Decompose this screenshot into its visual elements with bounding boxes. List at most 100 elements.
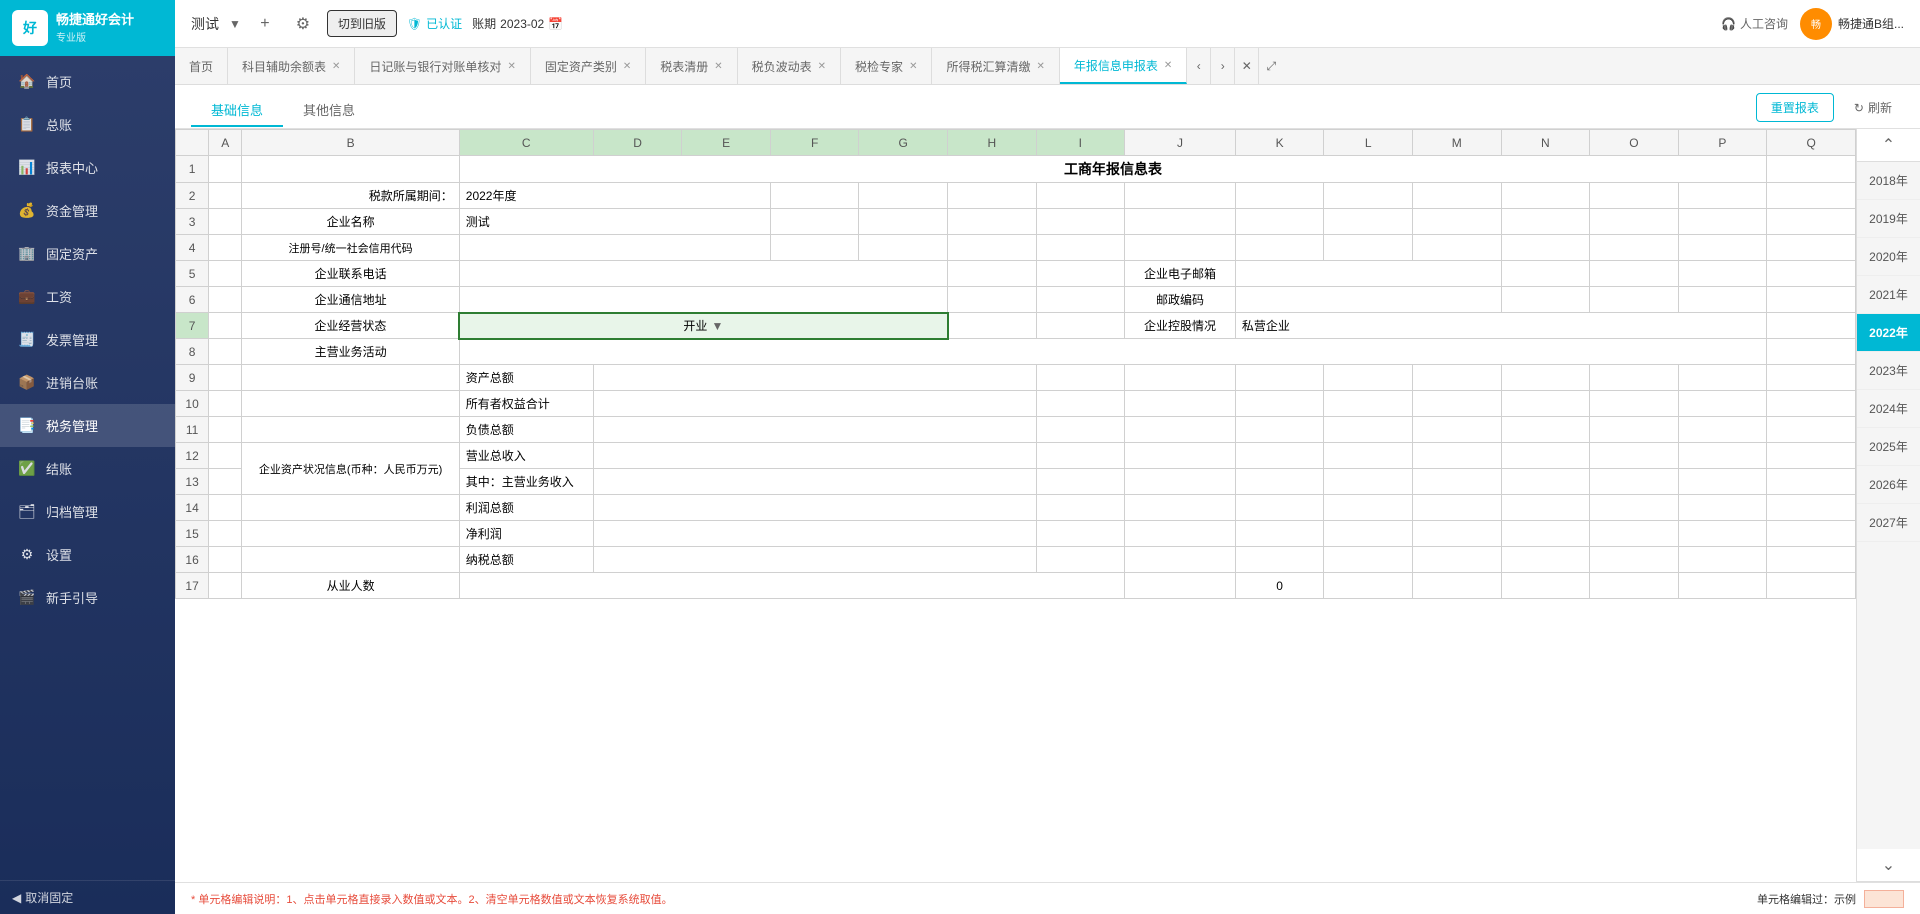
cell-3i[interactable]	[1036, 209, 1125, 235]
cell-14p[interactable]	[1678, 495, 1767, 521]
cell-16k[interactable]	[1235, 547, 1324, 573]
cell-14m[interactable]	[1412, 495, 1501, 521]
sidebar-item-home[interactable]: 🏠 首页	[0, 60, 175, 103]
cell-15k[interactable]	[1235, 521, 1324, 547]
cell-4p[interactable]	[1678, 235, 1767, 261]
cell-4n[interactable]	[1501, 235, 1590, 261]
cell-9l[interactable]	[1324, 365, 1413, 391]
cell-12q[interactable]	[1767, 443, 1856, 469]
tab-close-icon[interactable]: ✕	[818, 61, 826, 72]
cell-6n[interactable]	[1501, 287, 1590, 313]
cell-16j[interactable]	[1125, 547, 1236, 573]
cell-5i[interactable]	[1036, 261, 1125, 287]
cell-6k[interactable]	[1235, 287, 1501, 313]
cell-4f[interactable]	[770, 235, 859, 261]
cell-6h[interactable]	[948, 287, 1037, 313]
sidebar-item-invoice[interactable]: 🧾 发票管理	[0, 318, 175, 361]
cell-14i[interactable]	[1036, 495, 1125, 521]
cell-6i[interactable]	[1036, 287, 1125, 313]
cell-9a[interactable]	[209, 365, 242, 391]
cell-16o[interactable]	[1590, 547, 1679, 573]
cell-3j[interactable]	[1125, 209, 1236, 235]
cell-2i[interactable]	[1036, 183, 1125, 209]
cell-11q[interactable]	[1767, 417, 1856, 443]
cell-4g[interactable]	[859, 235, 948, 261]
cell-13i[interactable]	[1036, 469, 1125, 495]
cell-17k[interactable]: 0	[1235, 573, 1324, 599]
cell-6a[interactable]	[209, 287, 242, 313]
cell-13j[interactable]	[1125, 469, 1236, 495]
company-dropdown-icon[interactable]: ▼	[229, 17, 241, 31]
cell-2o[interactable]	[1590, 183, 1679, 209]
cell-17a[interactable]	[209, 573, 242, 599]
cell-2h[interactable]	[948, 183, 1037, 209]
cell-5k[interactable]	[1235, 261, 1501, 287]
cell-2a[interactable]	[209, 183, 242, 209]
cell-5n[interactable]	[1501, 261, 1590, 287]
tab-tax-list[interactable]: 税表清册 ✕	[646, 48, 737, 84]
old-version-button[interactable]: 切到旧版	[327, 10, 397, 37]
tab-close-icon[interactable]: ✕	[909, 61, 917, 72]
sidebar-item-funds[interactable]: 💰 资金管理	[0, 189, 175, 232]
cell-4o[interactable]	[1590, 235, 1679, 261]
cell-4i[interactable]	[1036, 235, 1125, 261]
cell-10n[interactable]	[1501, 391, 1590, 417]
cell-2j[interactable]	[1125, 183, 1236, 209]
cell-15q[interactable]	[1767, 521, 1856, 547]
cell-12n[interactable]	[1501, 443, 1590, 469]
year-item-2020[interactable]: 2020年	[1857, 238, 1920, 276]
cell-2m[interactable]	[1412, 183, 1501, 209]
cell-9d[interactable]	[593, 365, 1036, 391]
cell-14k[interactable]	[1235, 495, 1324, 521]
tab-next-button[interactable]: ›	[1211, 48, 1235, 84]
sidebar-item-tax[interactable]: 📑 税务管理	[0, 404, 175, 447]
cell-4c[interactable]	[459, 235, 770, 261]
cell-10i[interactable]	[1036, 391, 1125, 417]
cell-17n[interactable]	[1501, 573, 1590, 599]
tab-home[interactable]: 首页	[175, 48, 228, 84]
cell-13k[interactable]	[1235, 469, 1324, 495]
calendar-icon[interactable]: 📅	[548, 17, 563, 31]
sidebar-item-guide[interactable]: 🎬 新手引导	[0, 576, 175, 619]
refresh-button[interactable]: ↻ 刷新	[1842, 94, 1904, 121]
tab-close-all-button[interactable]: ✕	[1235, 48, 1259, 84]
sidebar-item-ledger[interactable]: 📋 总账	[0, 103, 175, 146]
add-button[interactable]: +	[251, 10, 279, 38]
cell-15b[interactable]	[242, 521, 459, 547]
cell-2l[interactable]	[1324, 183, 1413, 209]
cell-11l[interactable]	[1324, 417, 1413, 443]
cell-4a[interactable]	[209, 235, 242, 261]
sidebar-item-archive[interactable]: 🗂 归档管理	[0, 490, 175, 533]
cell-5a[interactable]	[209, 261, 242, 287]
cell-15n[interactable]	[1501, 521, 1590, 547]
tab-close-icon[interactable]: ✕	[507, 61, 515, 72]
cell-2c[interactable]: 2022年度	[459, 183, 770, 209]
cell-17q[interactable]	[1767, 573, 1856, 599]
year-item-2026[interactable]: 2026年	[1857, 466, 1920, 504]
year-item-2021[interactable]: 2021年	[1857, 276, 1920, 314]
sidebar-item-reports[interactable]: 📊 报表中心	[0, 146, 175, 189]
cell-8a[interactable]	[209, 339, 242, 365]
cell-14a[interactable]	[209, 495, 242, 521]
cell-15i[interactable]	[1036, 521, 1125, 547]
topbar-settings-icon[interactable]: ⚙	[289, 10, 317, 38]
cell-12d[interactable]	[593, 443, 1036, 469]
tab-subject-balance[interactable]: 科目辅助余额表 ✕	[228, 48, 355, 84]
cell-13m[interactable]	[1412, 469, 1501, 495]
reset-report-button[interactable]: 重置报表	[1756, 93, 1834, 122]
cell-5h[interactable]	[948, 261, 1037, 287]
cell-9n[interactable]	[1501, 365, 1590, 391]
cell-7h[interactable]	[948, 313, 1037, 339]
cell-7c-dropdown[interactable]: 开业 ▼	[459, 313, 947, 339]
tab-tax-fluctuation[interactable]: 税负波动表 ✕	[738, 48, 841, 84]
tab-close-icon[interactable]: ✕	[332, 61, 340, 72]
sub-tab-basic[interactable]: 基础信息	[191, 94, 283, 127]
cell-7q[interactable]	[1767, 313, 1856, 339]
cell-3c[interactable]: 测试	[459, 209, 770, 235]
cell-12i[interactable]	[1036, 443, 1125, 469]
cell-14n[interactable]	[1501, 495, 1590, 521]
cell-12j[interactable]	[1125, 443, 1236, 469]
cell-9i[interactable]	[1036, 365, 1125, 391]
cell-11a[interactable]	[209, 417, 242, 443]
cell-9q[interactable]	[1767, 365, 1856, 391]
